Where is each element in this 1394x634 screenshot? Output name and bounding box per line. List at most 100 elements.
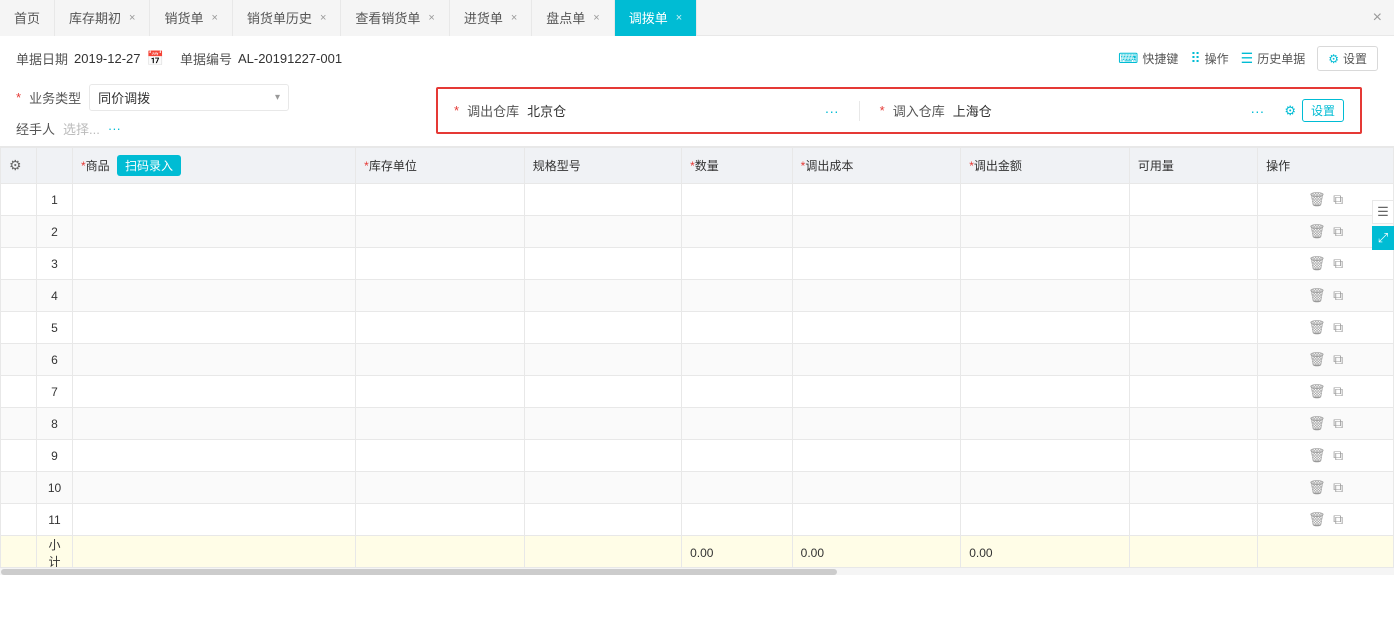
row-available-cell[interactable]	[1129, 216, 1257, 248]
row-amount-cell[interactable]	[961, 376, 1130, 408]
row-unit-cell[interactable]	[356, 504, 525, 536]
row-unit-cell[interactable]	[356, 376, 525, 408]
row-amount-cell[interactable]	[961, 312, 1130, 344]
copy-icon[interactable]: ⧉	[1333, 255, 1343, 271]
row-product-cell[interactable]	[73, 280, 356, 312]
row-amount-cell[interactable]	[961, 248, 1130, 280]
scrollbar-thumb[interactable]	[1, 569, 837, 575]
row-amount-cell[interactable]	[961, 472, 1130, 504]
tab-transfer-close[interactable]: ×	[676, 12, 682, 24]
scan-input-btn[interactable]: 扫码录入	[117, 155, 181, 176]
row-qty-cell[interactable]	[682, 184, 793, 216]
history-btn[interactable]: ☰ 历史单据	[1241, 50, 1306, 67]
row-cost-cell[interactable]	[792, 440, 961, 472]
row-cost-cell[interactable]	[792, 248, 961, 280]
tab-stocktake[interactable]: 盘点单 ×	[532, 0, 614, 36]
delete-icon[interactable]: 🗑	[1308, 223, 1326, 239]
copy-icon[interactable]: ⧉	[1333, 351, 1343, 367]
handler-input[interactable]: 选择...	[63, 119, 100, 138]
calendar-icon[interactable]: 📅	[147, 50, 164, 67]
row-unit-cell[interactable]	[356, 344, 525, 376]
tab-home[interactable]: 首页	[0, 0, 55, 36]
row-product-cell[interactable]	[73, 216, 356, 248]
row-spec-cell[interactable]	[524, 216, 681, 248]
shortcut-btn[interactable]: ⌨ 快捷键	[1118, 50, 1178, 67]
row-qty-cell[interactable]	[682, 248, 793, 280]
delete-icon[interactable]: 🗑	[1308, 319, 1326, 335]
tab-bar-close-btn[interactable]: ×	[1361, 0, 1394, 36]
row-qty-cell[interactable]	[682, 504, 793, 536]
settings-btn[interactable]: ⚙ 设置	[1317, 46, 1378, 71]
tab-view-sales-close[interactable]: ×	[428, 12, 434, 24]
row-product-cell[interactable]	[73, 440, 356, 472]
delete-icon[interactable]: 🗑	[1308, 383, 1326, 399]
row-qty-cell[interactable]	[682, 440, 793, 472]
float-expand-icon[interactable]: ⤢	[1372, 226, 1394, 250]
config-btn[interactable]: 设置	[1302, 99, 1344, 122]
row-product-cell[interactable]	[73, 504, 356, 536]
delete-icon[interactable]: 🗑	[1308, 287, 1326, 303]
tab-sales-order-close[interactable]: ×	[211, 12, 217, 24]
row-amount-cell[interactable]	[961, 440, 1130, 472]
row-unit-cell[interactable]	[356, 248, 525, 280]
row-spec-cell[interactable]	[524, 312, 681, 344]
row-unit-cell[interactable]	[356, 216, 525, 248]
copy-icon[interactable]: ⧉	[1333, 447, 1343, 463]
row-spec-cell[interactable]	[524, 376, 681, 408]
row-product-cell[interactable]	[73, 248, 356, 280]
row-spec-cell[interactable]	[524, 408, 681, 440]
row-amount-cell[interactable]	[961, 504, 1130, 536]
row-cost-cell[interactable]	[792, 344, 961, 376]
tab-sales-history-close[interactable]: ×	[320, 12, 326, 24]
row-cost-cell[interactable]	[792, 504, 961, 536]
copy-icon[interactable]: ⧉	[1333, 479, 1343, 495]
tab-purchase-order-close[interactable]: ×	[511, 12, 517, 24]
delete-icon[interactable]: 🗑	[1308, 447, 1326, 463]
row-qty-cell[interactable]	[682, 472, 793, 504]
row-available-cell[interactable]	[1129, 248, 1257, 280]
table-settings-icon[interactable]: ⚙	[9, 157, 22, 173]
row-spec-cell[interactable]	[524, 280, 681, 312]
delete-icon[interactable]: 🗑	[1308, 415, 1326, 431]
row-amount-cell[interactable]	[961, 216, 1130, 248]
row-spec-cell[interactable]	[524, 248, 681, 280]
row-available-cell[interactable]	[1129, 344, 1257, 376]
tab-view-sales[interactable]: 查看销货单 ×	[341, 0, 449, 36]
delete-icon[interactable]: 🗑	[1308, 255, 1326, 271]
row-available-cell[interactable]	[1129, 280, 1257, 312]
copy-icon[interactable]: ⧉	[1333, 319, 1343, 335]
row-product-cell[interactable]	[73, 408, 356, 440]
row-cost-cell[interactable]	[792, 216, 961, 248]
copy-icon[interactable]: ⧉	[1333, 191, 1343, 207]
row-available-cell[interactable]	[1129, 408, 1257, 440]
row-available-cell[interactable]	[1129, 504, 1257, 536]
row-available-cell[interactable]	[1129, 312, 1257, 344]
delete-icon[interactable]: 🗑	[1308, 351, 1326, 367]
warehouse-in-dots-btn[interactable]: ···	[1250, 103, 1264, 119]
row-unit-cell[interactable]	[356, 312, 525, 344]
tab-inventory-init[interactable]: 库存期初 ×	[55, 0, 150, 36]
copy-icon[interactable]: ⧉	[1333, 415, 1343, 431]
row-available-cell[interactable]	[1129, 440, 1257, 472]
settings-gear-icon[interactable]: ⚙	[1284, 103, 1296, 119]
copy-icon[interactable]: ⧉	[1333, 223, 1343, 239]
tab-inventory-init-close[interactable]: ×	[129, 12, 135, 24]
row-cost-cell[interactable]	[792, 408, 961, 440]
row-qty-cell[interactable]	[682, 312, 793, 344]
row-qty-cell[interactable]	[682, 280, 793, 312]
row-unit-cell[interactable]	[356, 184, 525, 216]
row-amount-cell[interactable]	[961, 280, 1130, 312]
row-product-cell[interactable]	[73, 184, 356, 216]
warehouse-out-dots-btn[interactable]: ···	[825, 103, 839, 119]
row-amount-cell[interactable]	[961, 408, 1130, 440]
row-unit-cell[interactable]	[356, 440, 525, 472]
horizontal-scrollbar[interactable]	[0, 567, 1394, 575]
row-cost-cell[interactable]	[792, 184, 961, 216]
row-cost-cell[interactable]	[792, 472, 961, 504]
row-cost-cell[interactable]	[792, 312, 961, 344]
row-qty-cell[interactable]	[682, 344, 793, 376]
delete-icon[interactable]: 🗑	[1308, 479, 1326, 495]
row-qty-cell[interactable]	[682, 408, 793, 440]
tab-sales-order[interactable]: 销货单 ×	[150, 0, 232, 36]
row-product-cell[interactable]	[73, 472, 356, 504]
